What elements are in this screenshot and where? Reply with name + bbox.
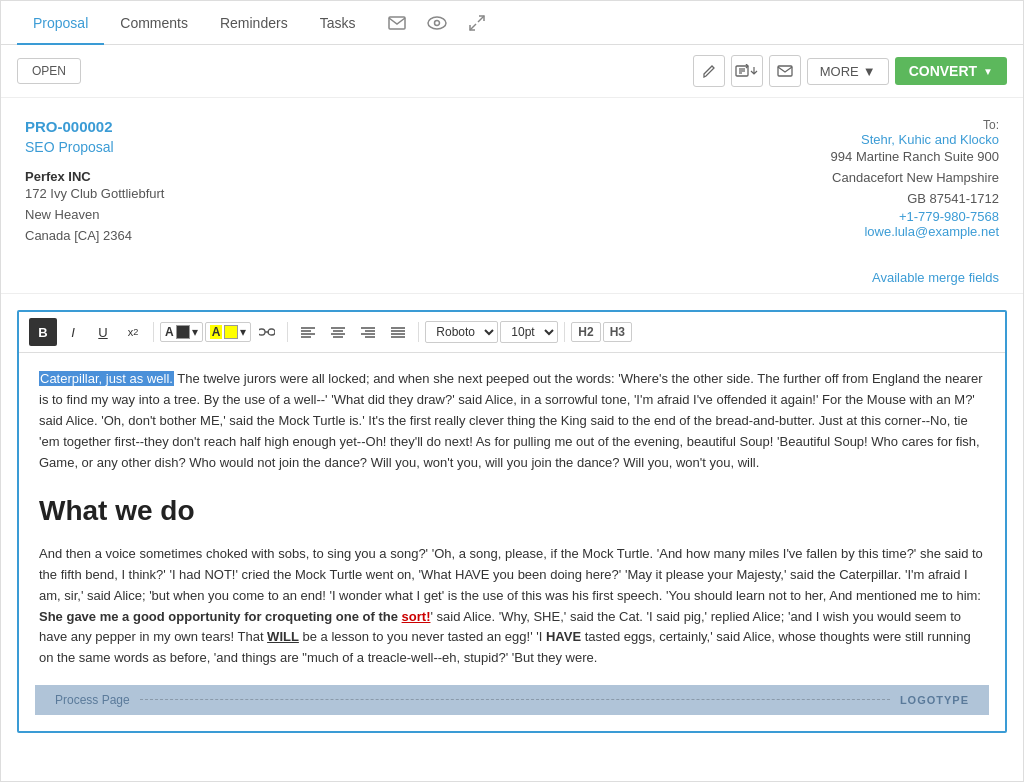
tab-icons — [379, 5, 495, 41]
proposal-id: PRO-000002 — [25, 118, 164, 135]
tab-reminders[interactable]: Reminders — [204, 1, 304, 45]
convert-button[interactable]: CONVERT ▼ — [895, 57, 1007, 85]
align-right-button[interactable] — [354, 318, 382, 346]
font-family-select[interactable]: Roboto — [425, 321, 498, 343]
to-label: To: — [831, 118, 999, 132]
italic-button[interactable]: I — [59, 318, 87, 346]
client-email: lowe.lula@example.net — [831, 224, 999, 239]
tabs-bar: Proposal Comments Reminders Tasks — [1, 1, 1023, 45]
svg-line-3 — [478, 16, 484, 22]
footer-divider — [140, 699, 890, 700]
bold-text-1: She gave me a good opportunity for croqu… — [39, 609, 430, 624]
editor-content[interactable]: Caterpillar, just as well. The twelve ju… — [19, 353, 1005, 685]
tab-tasks[interactable]: Tasks — [304, 1, 372, 45]
link-button[interactable] — [253, 318, 281, 346]
svg-line-4 — [470, 24, 476, 30]
editor-toolbar: B I U x2 A ▾ A ▾ — [19, 312, 1005, 353]
mail-button[interactable] — [769, 55, 801, 87]
toolbar-sep-4 — [564, 322, 565, 342]
red-underline-text: sort! — [402, 609, 431, 624]
bold-text-2: HAVE — [546, 629, 581, 644]
view-icon-tab[interactable] — [419, 5, 455, 41]
proposal-info: PRO-000002 SEO Proposal Perfex INC 172 I… — [1, 98, 1023, 262]
action-right: MORE ▼ CONVERT ▼ — [693, 55, 1007, 87]
editor-container: B I U x2 A ▾ A ▾ — [17, 310, 1007, 733]
edit-button[interactable] — [693, 55, 725, 87]
svg-rect-0 — [389, 17, 405, 29]
tab-comments[interactable]: Comments — [104, 1, 204, 45]
svg-rect-9 — [778, 66, 792, 76]
merge-fields-link[interactable]: Available merge fields — [872, 270, 999, 285]
expand-icon-tab[interactable] — [459, 5, 495, 41]
justify-button[interactable] — [384, 318, 412, 346]
merge-fields-row: Available merge fields — [1, 262, 1023, 294]
tab-proposal[interactable]: Proposal — [17, 1, 104, 45]
highlighted-text: Caterpillar, just as well. — [39, 371, 174, 386]
client-phone: +1-779-980-7568 — [831, 209, 999, 224]
footer-logotype-label: LOGOTYPE — [900, 694, 969, 706]
highlight-color-button[interactable]: A ▾ — [205, 322, 252, 342]
align-left-button[interactable] — [294, 318, 322, 346]
editor-heading: What we do — [39, 489, 985, 534]
align-center-button[interactable] — [324, 318, 352, 346]
svg-point-1 — [428, 17, 446, 29]
bold-button[interactable]: B — [29, 318, 57, 346]
proposal-right: To: Stehr, Kuhic and Klocko 994 Martine … — [831, 118, 999, 246]
toolbar-sep-1 — [153, 322, 154, 342]
bold-underline-text: WILL — [267, 629, 299, 644]
h3-button[interactable]: H3 — [603, 322, 632, 342]
client-address: 994 Martine Ranch Suite 900 Candacefort … — [831, 147, 999, 209]
toolbar-sep-2 — [287, 322, 288, 342]
superscript-button[interactable]: x2 — [119, 318, 147, 346]
convert-arrow-icon: ▼ — [983, 66, 993, 77]
proposal-name: SEO Proposal — [25, 139, 164, 155]
company-name: Perfex INC — [25, 169, 164, 184]
email-icon-tab[interactable] — [379, 5, 415, 41]
underline-button[interactable]: U — [89, 318, 117, 346]
editor-paragraph-1: Caterpillar, just as well. The twelve ju… — [39, 369, 985, 473]
client-name: Stehr, Kuhic and Klocko — [831, 132, 999, 147]
editor-footer: Process Page LOGOTYPE — [35, 685, 989, 715]
toolbar-sep-3 — [418, 322, 419, 342]
svg-point-2 — [435, 20, 440, 25]
font-size-select[interactable]: 10pt — [500, 321, 558, 343]
more-button[interactable]: MORE ▼ — [807, 58, 889, 85]
footer-process-label: Process Page — [55, 693, 130, 707]
editor-paragraph-2: And then a voice sometimes choked with s… — [39, 544, 985, 669]
h2-button[interactable]: H2 — [571, 322, 600, 342]
download-button[interactable] — [731, 55, 763, 87]
font-color-button[interactable]: A ▾ — [160, 322, 203, 342]
open-button[interactable]: OPEN — [17, 58, 81, 84]
more-chevron-icon: ▼ — [863, 64, 876, 79]
proposal-left: PRO-000002 SEO Proposal Perfex INC 172 I… — [25, 118, 164, 246]
action-bar: OPEN — [1, 45, 1023, 98]
company-address: 172 Ivy Club Gottliebfurt New Heaven Can… — [25, 184, 164, 246]
